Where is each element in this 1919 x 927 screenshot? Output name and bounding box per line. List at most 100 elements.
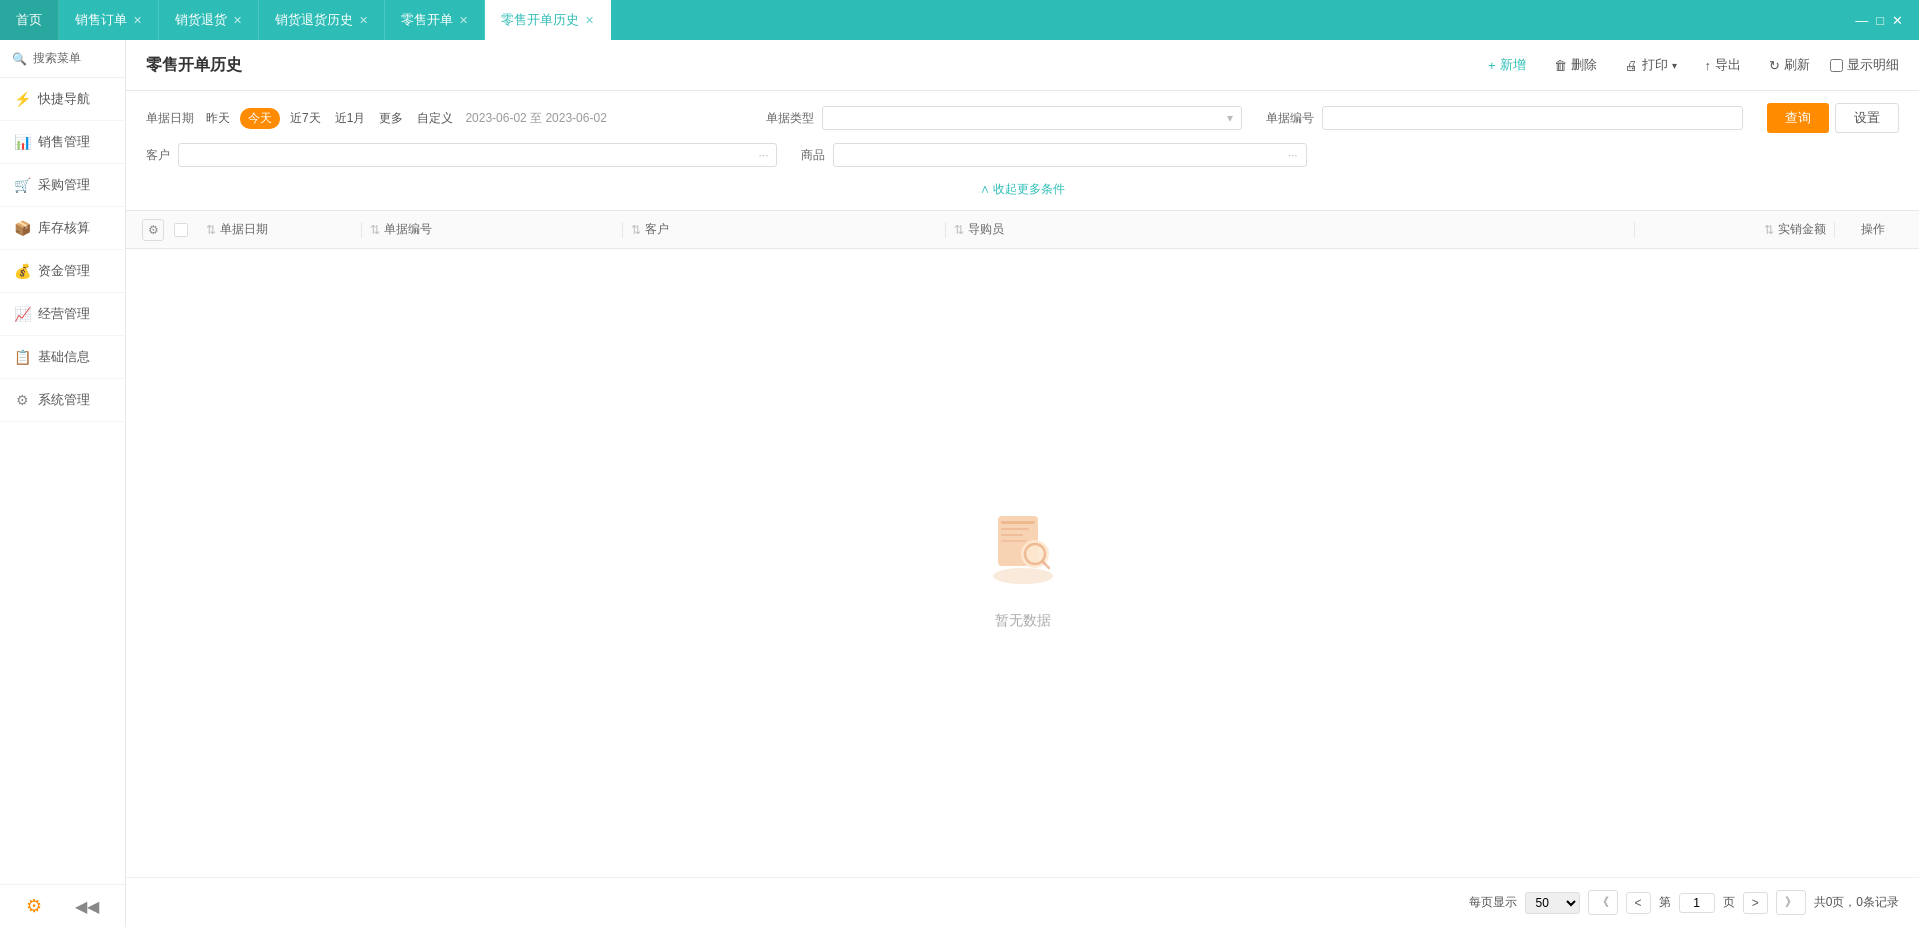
add-icon: + [1488,58,1496,73]
sidebar-item-inventory[interactable]: 📦 库存核算 [0,207,125,250]
page-title: 零售开单历史 [146,55,242,76]
window-controls: — □ ✕ [1839,13,1919,28]
close-icon[interactable]: ✕ [233,14,242,27]
customer-filter-select[interactable]: ··· [178,143,777,167]
sidebar-search[interactable]: 🔍 搜索菜单 [0,40,125,78]
type-filter-group: 单据类型 ▾ [766,106,1243,130]
tab-retail-history-label: 零售开单历史 [501,11,579,29]
sidebar-item-quick-nav[interactable]: ⚡ 快捷导航 [0,78,125,121]
customer-filter-group: 客户 ··· [146,143,777,167]
nav-tabs: 首页 销售订单 ✕ 销货退货 ✕ 销货退货历史 ✕ 零售开单 ✕ 零售开单历史 … [0,0,1839,40]
date-opt-today[interactable]: 今天 [240,108,280,129]
date-opt-custom[interactable]: 自定义 [413,108,457,129]
base-info-icon: 📋 [14,349,30,365]
col-sep [622,222,623,238]
table-body: 暂无数据 [126,249,1919,877]
close-icon[interactable]: ✕ [585,14,594,27]
tab-sales-return[interactable]: 销货退货 ✕ [159,0,259,40]
tab-retail-history[interactable]: 零售开单历史 ✕ [485,0,611,40]
chevron-down-icon: ▾ [1227,111,1233,125]
next-page-button[interactable]: > [1743,892,1768,914]
sort-icon: ⇅ [1764,223,1774,237]
th-checkbox [174,223,206,237]
type-filter-label: 单据类型 [766,110,814,127]
operations-icon: 📈 [14,306,30,322]
quick-nav-icon: ⚡ [14,91,30,107]
close-icon[interactable]: ✕ [459,14,468,27]
th-amount[interactable]: ⇅ 实销金额 [1643,221,1826,238]
collapse-filter-bar[interactable]: ∧ 收起更多条件 [146,177,1899,198]
print-dropdown-icon: ▾ [1672,60,1677,71]
th-settings: ⚙ [142,219,174,241]
sidebar-item-finance[interactable]: 💰 资金管理 [0,250,125,293]
export-button[interactable]: ↑ 导出 [1697,52,1750,78]
tab-retail-open[interactable]: 零售开单 ✕ [385,0,485,40]
display-toggle-label: 显示明细 [1847,56,1899,74]
refresh-button[interactable]: ↻ 刷新 [1761,52,1818,78]
close-icon[interactable]: ✕ [359,14,368,27]
select-all-checkbox[interactable] [174,223,188,237]
filter-row-1: 单据日期 昨天 今天 近7天 近1月 更多 自定义 2023-06-02 至 2… [146,103,1899,133]
sidebar-item-sales-mgmt[interactable]: 📊 销售管理 [0,121,125,164]
delete-button[interactable]: 🗑 删除 [1546,52,1605,78]
query-button[interactable]: 查询 [1767,103,1829,133]
date-opt-last7[interactable]: 近7天 [286,108,325,129]
sidebar-item-operations[interactable]: 📈 经营管理 [0,293,125,336]
prev-page-button[interactable]: < [1626,892,1651,914]
col-sep [1634,222,1635,238]
th-customer[interactable]: ⇅ 客户 [631,221,937,238]
collapse-filter-label: ∧ 收起更多条件 [980,181,1065,198]
minimize-button[interactable]: — [1855,13,1868,28]
date-opt-last1m[interactable]: 近1月 [331,108,370,129]
sort-icon: ⇅ [631,223,641,237]
th-number-label: 单据编号 [384,221,432,238]
empty-text: 暂无数据 [995,612,1051,630]
filter-settings-button[interactable]: 设置 [1835,103,1899,133]
date-opt-more[interactable]: 更多 [375,108,407,129]
column-settings-button[interactable]: ⚙ [142,219,164,241]
page-size-select[interactable]: 50 10 20 100 [1525,892,1580,914]
last-page-button[interactable]: 》 [1776,890,1806,915]
settings-gear-icon[interactable]: ⚙ [26,895,42,917]
sidebar-item-base-info[interactable]: 📋 基础信息 [0,336,125,379]
date-opt-yesterday[interactable]: 昨天 [202,108,234,129]
close-window-button[interactable]: ✕ [1892,13,1903,28]
main-layout: 🔍 搜索菜单 ⚡ 快捷导航 📊 销售管理 🛒 采购管理 📦 库存核算 💰 [0,40,1919,927]
product-filter-select[interactable]: ··· [833,143,1306,167]
first-page-button[interactable]: 《 [1588,890,1618,915]
page-unit: 页 [1723,894,1735,911]
page-number-input[interactable] [1679,893,1715,913]
empty-state: 暂无数据 [973,496,1073,630]
number-filter-group: 单据编号 [1266,106,1743,130]
tab-sales-return-history[interactable]: 销货退货历史 ✕ [259,0,385,40]
table-header: ⚙ ⇅ 单据日期 ⇅ 单据编号 ⇅ 客户 [126,211,1919,249]
sidebar-item-sys-mgmt[interactable]: ⚙ 系统管理 [0,379,125,422]
delete-label: 删除 [1571,56,1597,74]
sidebar-search-label: 搜索菜单 [33,50,81,67]
print-button[interactable]: 🖨 打印 ▾ [1617,52,1685,78]
table-container: ⚙ ⇅ 单据日期 ⇅ 单据编号 ⇅ 客户 [126,211,1919,927]
print-label: 打印 [1642,56,1668,74]
add-button[interactable]: + 新增 [1480,52,1534,78]
number-filter-label: 单据编号 [1266,110,1314,127]
collapse-sidebar-icon[interactable]: ◀◀ [75,897,99,916]
svg-rect-2 [1001,521,1035,524]
number-filter-input[interactable] [1322,106,1743,130]
sidebar-item-purchase-mgmt[interactable]: 🛒 采购管理 [0,164,125,207]
display-toggle-checkbox[interactable] [1830,59,1843,72]
tab-sales-order[interactable]: 销售订单 ✕ [59,0,159,40]
filter-area: 单据日期 昨天 今天 近7天 近1月 更多 自定义 2023-06-02 至 2… [126,91,1919,211]
sort-icon: ⇅ [954,223,964,237]
col-sep [945,222,946,238]
th-date[interactable]: ⇅ 单据日期 [206,221,353,238]
sidebar-menu: ⚡ 快捷导航 📊 销售管理 🛒 采购管理 📦 库存核算 💰 资金管理 📈 [0,78,125,884]
svg-point-0 [993,568,1053,584]
th-guide[interactable]: ⇅ 导购员 [954,221,1137,238]
tab-home[interactable]: 首页 [0,0,59,40]
maximize-button[interactable]: □ [1876,13,1884,28]
th-number[interactable]: ⇅ 单据编号 [370,221,614,238]
svg-rect-5 [1001,540,1026,542]
close-icon[interactable]: ✕ [133,14,142,27]
type-filter-select[interactable]: ▾ [822,106,1243,130]
empty-illustration [973,496,1073,596]
